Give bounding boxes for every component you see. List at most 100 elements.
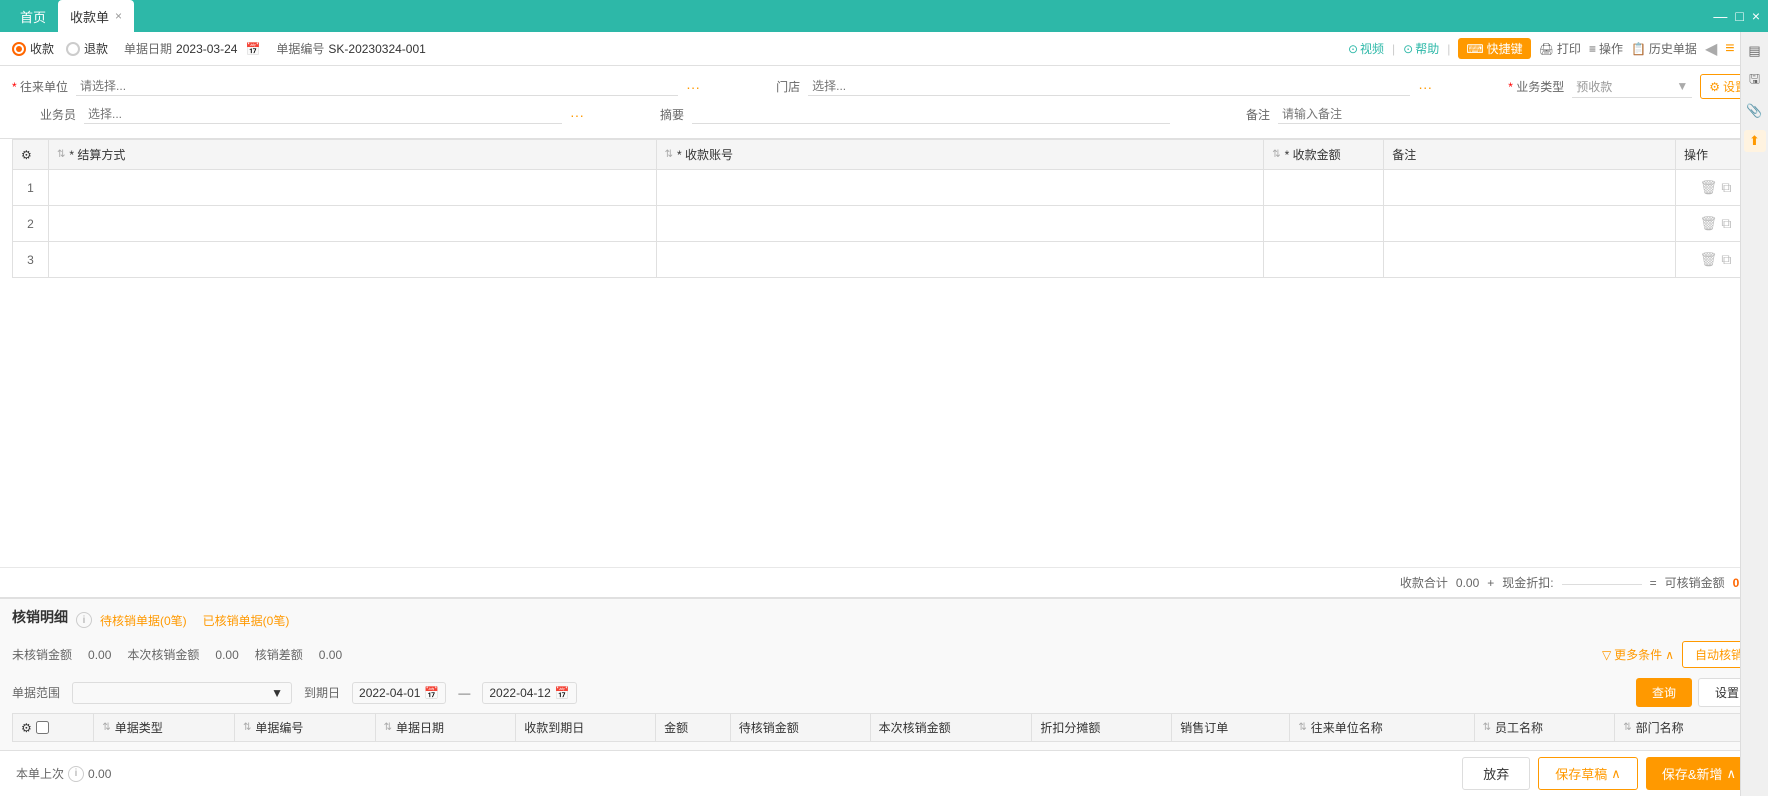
maximize-btn[interactable]: □ [1735,8,1743,24]
select-all-checkbox[interactable] [36,721,49,734]
sidebar-icon-1[interactable]: ▤ [1744,40,1766,62]
window-controls: — □ × [1713,8,1760,24]
shortcut-btn[interactable]: ⌨ 快捷键 [1458,38,1530,59]
table-row: 1 🗑 ⧉ [13,170,1756,206]
abandon-label: 放弃 [1483,767,1509,782]
row-1-copy-icon[interactable]: ⧉ [1721,179,1731,196]
row-3-settlement[interactable] [49,242,657,278]
row-3-amount[interactable] [1264,242,1384,278]
staff-input[interactable] [84,105,562,124]
from-unit-input[interactable] [76,77,678,96]
row-2-num: 2 [13,206,49,242]
shortcut-icon: ⌨ [1466,42,1483,56]
query-btn[interactable]: 查询 [1636,678,1692,707]
save-draft-label: 保存草稿 [1555,764,1607,783]
verify-title: 核销明细 [12,607,68,627]
tab-receipt[interactable]: 收款单 × [58,0,134,32]
history-btn[interactable]: 📋 历史单据 [1631,40,1697,57]
date-value[interactable]: 2023-03-24 [176,42,237,56]
tab-receipt-close[interactable]: × [115,9,122,23]
verify-table: ⚙ ⇅单据类型 ⇅单据编号 ⇅单据日期 [12,713,1756,742]
number-value[interactable]: SK-20230324-001 [328,42,425,56]
more-conditions-btn[interactable]: ▽ 更多条件 ∧ [1602,646,1674,663]
row-3-delete-icon[interactable]: 🗑 [1700,251,1718,268]
calendar-icon[interactable]: 📅 [245,42,260,56]
refund-label: 退款 [84,40,108,57]
date-to-input[interactable]: 2022-04-12 📅 [482,682,576,704]
from-unit-col-label: 往来单位名称 [1311,719,1383,736]
info-icon-footer[interactable]: i [68,766,84,782]
row-2-remark[interactable] [1384,206,1676,242]
calendar-from-icon: 📅 [424,686,439,700]
save-new-btn[interactable]: 保存&新增 ∧ [1646,757,1752,790]
verify-section: 核销明细 i 待核销单据(0笔) 已核销单据(0笔) 未核销金额 0.00 本次… [0,597,1768,750]
prev-btn[interactable]: ◀ [1705,39,1717,59]
from-unit-col: ⇅往来单位名称 [1290,714,1474,742]
range-select[interactable]: ▼ [72,682,292,704]
business-type-select[interactable]: 预收款 ▼ [1572,76,1692,98]
row-2-delete-icon[interactable]: 🗑 [1700,215,1718,232]
row-2-amount[interactable] [1264,206,1384,242]
video-btn[interactable]: ⊙ 视频 [1348,40,1384,57]
gear-check-col[interactable]: ⚙ [13,714,94,742]
close-window-btn[interactable]: × [1752,8,1760,24]
verify-info-icon[interactable]: i [76,612,92,628]
date-from-input[interactable]: 2022-04-01 📅 [352,682,446,704]
help-label: 帮助 [1415,40,1439,57]
summary-input[interactable] [692,105,1170,124]
discount-col: 折扣分摊额 [1032,714,1172,742]
row-3-copy-icon[interactable]: ⧉ [1721,251,1731,268]
discount-input[interactable] [1562,580,1642,585]
video-label: 视频 [1360,40,1384,57]
equals-sign: = [1650,576,1657,590]
done-tab[interactable]: 已核销单据(0笔) [203,612,290,629]
current-verify-value: 0.00 [215,648,238,662]
gear-bottom-icon: ⚙ [21,721,32,735]
row-1-remark[interactable] [1384,170,1676,206]
row-2-copy-icon[interactable]: ⧉ [1721,215,1731,232]
row-3-remark[interactable] [1384,242,1676,278]
receipt-radio[interactable]: 收款 [12,40,54,57]
pending-tab[interactable]: 待核销单据(0笔) [100,612,187,629]
dropdown-icon: ▼ [1676,79,1688,93]
print-icon: 🖨 [1539,42,1554,56]
settlement-col-header: ⇅ * 结算方式 [49,140,657,170]
operation-btn[interactable]: ≡ 操作 [1589,40,1623,57]
sidebar-icon-4[interactable]: ⬆ [1744,130,1766,152]
tab-receipt-label: 收款单 [70,7,109,26]
verify-tabs: 待核销单据(0笔) 已核销单据(0笔) [100,612,289,629]
bill-date-col: ⇅单据日期 [375,714,516,742]
row-2-account[interactable] [656,206,1264,242]
row-1-amount[interactable] [1264,170,1384,206]
help-btn[interactable]: ⊙ 帮助 [1403,40,1439,57]
row-1-settlement[interactable] [49,170,657,206]
tab-home[interactable]: 首页 [8,0,58,32]
diff-label: 核销差额 [255,646,303,663]
remark-input[interactable] [1278,105,1756,124]
row-1-delete-icon[interactable]: 🗑 [1700,179,1718,196]
from-unit-dots[interactable]: ··· [686,79,700,95]
plus-sign: + [1487,576,1494,590]
gear-header[interactable]: ⚙ [13,140,49,170]
save-draft-btn[interactable]: 保存草稿 ∧ [1538,757,1638,790]
amount-col-header: ⇅ * 收款金额 [1264,140,1384,170]
minimize-btn[interactable]: — [1713,8,1727,24]
row-1-account[interactable] [656,170,1264,206]
sidebar-icon-3[interactable]: 📎 [1744,100,1766,122]
sidebar-icon-2[interactable]: 🖫 [1744,70,1766,92]
auto-verify-label: 自动核销 [1695,648,1743,662]
refund-radio[interactable]: 退款 [66,40,108,57]
dept-col: ⇅部门名称 [1615,714,1756,742]
remark-label: 备注 [1246,106,1270,123]
next-btn[interactable]: ≡ [1725,40,1734,58]
staff-dots[interactable]: ··· [570,107,584,123]
row-3-account[interactable] [656,242,1264,278]
shop-input[interactable] [808,77,1410,96]
history-label: 历史单据 [1649,40,1697,57]
filter-setting-label: 设置 [1715,686,1739,700]
row-2-settlement[interactable] [49,206,657,242]
abandon-btn[interactable]: 放弃 [1462,757,1530,790]
print-btn[interactable]: 🖨 打印 [1539,40,1581,57]
current-col: 本次核销金额 [870,714,1032,742]
shop-dots[interactable]: ··· [1418,79,1432,95]
